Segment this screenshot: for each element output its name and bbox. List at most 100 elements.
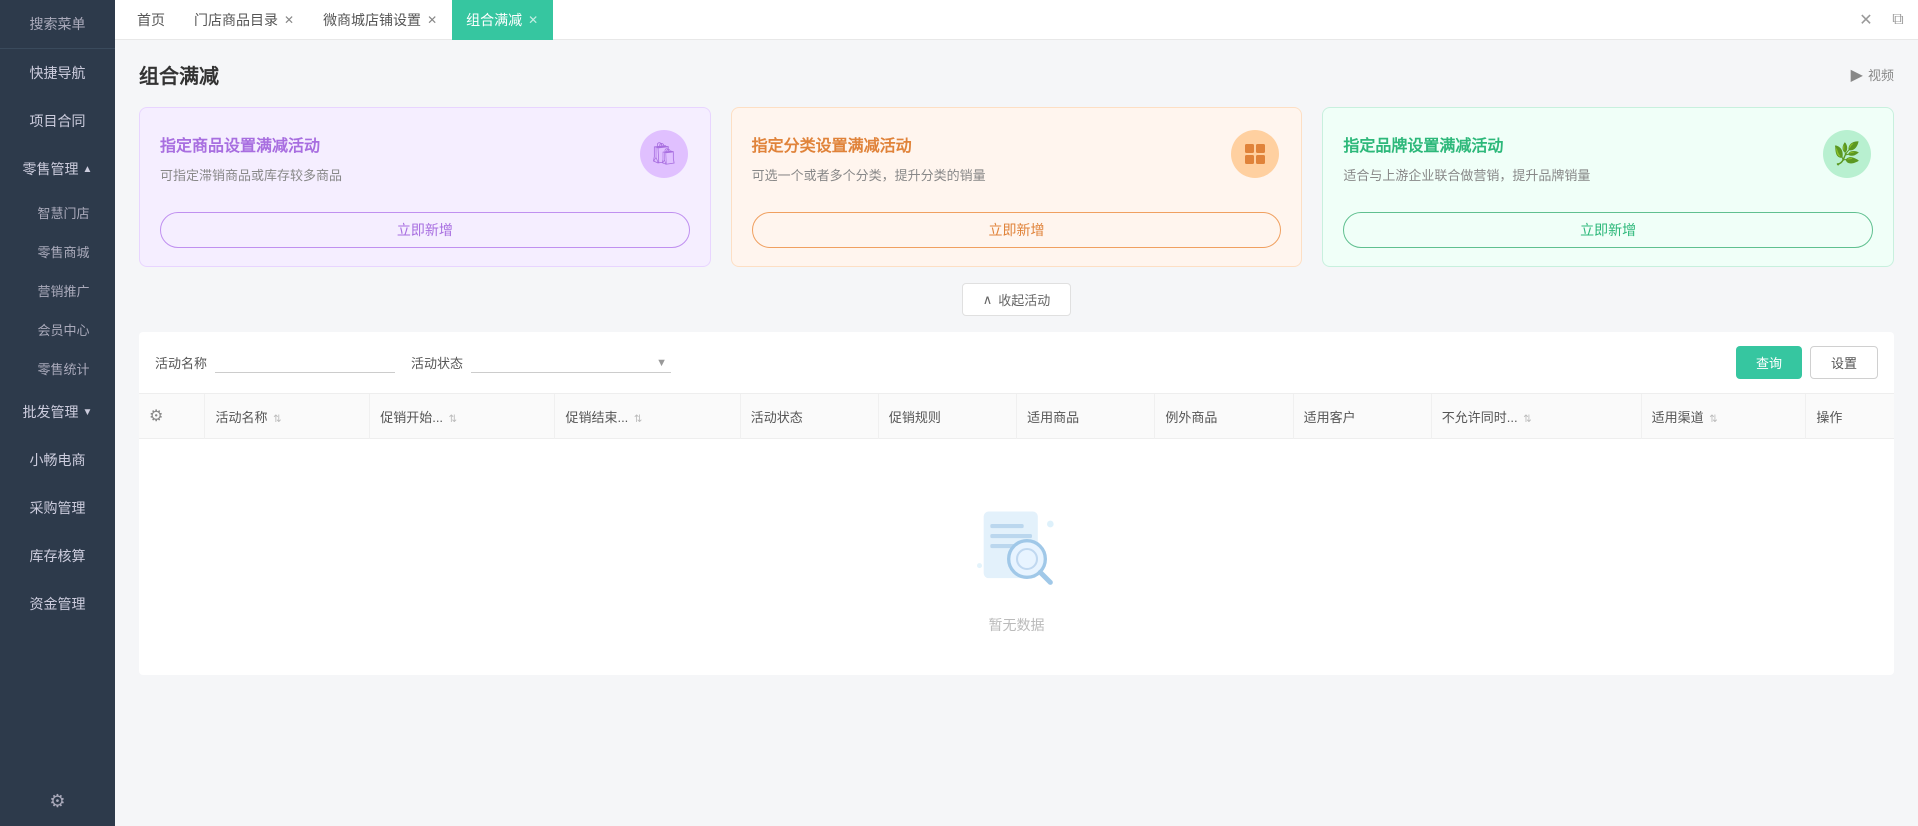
retail-mgmt-arrow-icon: ▲ — [83, 164, 93, 175]
empty-state-row: 暂无数据 — [139, 439, 1894, 676]
wholesale-arrow-icon: ▼ — [83, 407, 93, 418]
activity-card-brand: 🌿 指定品牌设置满减活动 适合与上游企业联合做营销，提升品牌销量 立即新增 — [1322, 107, 1894, 267]
tab-close-btn[interactable]: ✕ — [1854, 8, 1878, 32]
play-circle-icon: ▶ — [1851, 65, 1863, 85]
col-applicable-channel-label: 适用渠道 — [1652, 410, 1704, 425]
activity-name-input[interactable] — [215, 353, 395, 373]
col-exception-goods-label: 例外商品 — [1165, 410, 1217, 425]
col-no-concurrent-sort-icon: ⇅ — [1523, 414, 1531, 425]
col-promo-end-sort-icon: ⇅ — [634, 414, 642, 425]
table-wrapper: ⚙ 活动名称 ⇅ 促销开始... ⇅ 促销结束... ⇅ — [139, 394, 1894, 675]
product-card-desc: 可指定滞销商品或库存较多商品 — [160, 166, 690, 194]
product-card-icon: 🛍 — [640, 130, 688, 178]
video-btn[interactable]: ▶ 视频 — [1851, 65, 1894, 85]
tab-store-catalog[interactable]: 门店商品目录 ✕ — [180, 0, 309, 40]
col-no-concurrent[interactable]: 不允许同时... ⇅ — [1431, 394, 1641, 439]
activity-cards: 🛍 指定商品设置满减活动 可指定滞销商品或库存较多商品 立即新增 指定分类设置满… — [139, 107, 1894, 267]
tab-combo-discount[interactable]: 组合满减 ✕ — [452, 0, 553, 40]
col-exception-goods: 例外商品 — [1155, 394, 1293, 439]
category-card-title: 指定分类设置满减活动 — [752, 132, 1282, 156]
col-applicable-goods-label: 适用商品 — [1027, 410, 1079, 425]
col-promo-end-label: 促销结束... — [565, 410, 628, 425]
col-promo-rule: 促销规则 — [878, 394, 1016, 439]
tab-bar-controls: ✕ ⧉ — [1854, 8, 1910, 32]
filter-row: 活动名称 活动状态 进行中 已结束 未开始 ▼ 查询 设置 — [139, 332, 1894, 394]
collapse-bar: ∧ 收起活动 — [139, 283, 1894, 316]
empty-state-icon — [967, 499, 1067, 599]
brand-card-add-btn[interactable]: 立即新增 — [1343, 212, 1873, 248]
tab-bar: 首页 门店商品目录 ✕ 微商城店铺设置 ✕ 组合满减 ✕ ✕ ⧉ — [115, 0, 1918, 40]
col-activity-status-label: 活动状态 — [751, 410, 803, 425]
setting-btn[interactable]: 设置 — [1810, 346, 1878, 379]
data-table: ⚙ 活动名称 ⇅ 促销开始... ⇅ 促销结束... ⇅ — [139, 394, 1894, 675]
table-header-row: ⚙ 活动名称 ⇅ 促销开始... ⇅ 促销结束... ⇅ — [139, 394, 1894, 439]
tab-ministore-settings-close[interactable]: ✕ — [427, 13, 437, 27]
sidebar-search[interactable]: 搜索菜单 — [0, 0, 115, 49]
empty-state: 暂无数据 — [139, 439, 1894, 675]
sidebar-item-xiaochangec[interactable]: 小畅电商 — [0, 436, 115, 484]
category-card-add-btn[interactable]: 立即新增 — [752, 212, 1282, 248]
activity-status-select[interactable]: 进行中 已结束 未开始 — [471, 353, 671, 373]
sidebar-settings-btn[interactable]: ⚙ — [0, 777, 115, 826]
col-applicable-channel-sort-icon: ⇅ — [1709, 414, 1717, 425]
query-btn[interactable]: 查询 — [1736, 346, 1802, 379]
sidebar-item-purchase-mgmt[interactable]: 采购管理 — [0, 484, 115, 532]
col-activity-status: 活动状态 — [740, 394, 878, 439]
sidebar-item-project-contract[interactable]: 项目合同 — [0, 97, 115, 145]
col-applicable-customer: 适用客户 — [1293, 394, 1431, 439]
col-promo-start-sort-icon: ⇅ — [449, 414, 457, 425]
activity-card-product: 🛍 指定商品设置满减活动 可指定滞销商品或库存较多商品 立即新增 — [139, 107, 711, 267]
collapse-arrow-icon: ∧ — [983, 292, 993, 308]
col-promo-end[interactable]: 促销结束... ⇅ — [555, 394, 740, 439]
sidebar-item-smart-store[interactable]: 智慧门店 — [0, 193, 115, 232]
col-operation: 操作 — [1806, 394, 1894, 439]
col-activity-name[interactable]: 活动名称 ⇅ — [205, 394, 370, 439]
sidebar-item-retail-mall[interactable]: 零售商城 — [0, 232, 115, 271]
empty-state-text: 暂无数据 — [989, 615, 1045, 635]
sidebar: 搜索菜单 快捷导航 项目合同 零售管理 ▲ 智慧门店 零售商城 营销推广 会员中… — [0, 0, 115, 826]
tab-combo-discount-close[interactable]: ✕ — [528, 13, 538, 27]
empty-state-cell: 暂无数据 — [139, 439, 1894, 676]
sidebar-item-wholesale-mgmt[interactable]: 批发管理 ▼ — [0, 388, 115, 436]
category-card-icon — [1231, 130, 1279, 178]
category-card-desc: 可选一个或者多个分类，提升分类的销量 — [752, 166, 1282, 194]
col-activity-name-label: 活动名称 — [215, 410, 267, 425]
tab-store-catalog-close[interactable]: ✕ — [284, 13, 294, 27]
tab-home[interactable]: 首页 — [123, 0, 180, 40]
column-settings-gear-icon[interactable]: ⚙ — [149, 408, 163, 425]
sidebar-item-marketing[interactable]: 营销推广 — [0, 271, 115, 310]
col-promo-start[interactable]: 促销开始... ⇅ — [370, 394, 555, 439]
activity-card-category: 指定分类设置满减活动 可选一个或者多个分类，提升分类的销量 立即新增 — [731, 107, 1303, 267]
col-settings[interactable]: ⚙ — [139, 394, 205, 439]
activity-status-label: 活动状态 — [411, 353, 463, 372]
activity-name-label: 活动名称 — [155, 353, 207, 372]
product-card-title: 指定商品设置满减活动 — [160, 132, 690, 156]
col-applicable-goods: 适用商品 — [1017, 394, 1155, 439]
filter-activity-name: 活动名称 — [155, 353, 395, 373]
filter-activity-status: 活动状态 进行中 已结束 未开始 ▼ — [411, 353, 671, 373]
tab-restore-btn[interactable]: ⧉ — [1886, 8, 1910, 32]
sidebar-item-quick-nav[interactable]: 快捷导航 — [0, 49, 115, 97]
col-applicable-customer-label: 适用客户 — [1304, 410, 1356, 425]
collapse-btn[interactable]: ∧ 收起活动 — [962, 283, 1072, 316]
table-body: 暂无数据 — [139, 439, 1894, 676]
activity-status-select-wrapper: 进行中 已结束 未开始 ▼ — [471, 353, 671, 373]
col-applicable-channel[interactable]: 适用渠道 ⇅ — [1641, 394, 1806, 439]
sidebar-item-retail-stats[interactable]: 零售统计 — [0, 349, 115, 388]
col-promo-start-label: 促销开始... — [380, 410, 443, 425]
main-area: 首页 门店商品目录 ✕ 微商城店铺设置 ✕ 组合满减 ✕ ✕ ⧉ 组合满减 ▶ … — [115, 0, 1918, 826]
content-area: 组合满减 ▶ 视频 🛍 指定商品设置满减活动 可指定滞销商品或库存较多商品 立即… — [115, 40, 1918, 826]
table-header: ⚙ 活动名称 ⇅ 促销开始... ⇅ 促销结束... ⇅ — [139, 394, 1894, 439]
sidebar-item-member-center[interactable]: 会员中心 — [0, 310, 115, 349]
sidebar-item-fund-mgmt[interactable]: 资金管理 — [0, 580, 115, 628]
brand-card-icon: 🌿 — [1823, 130, 1871, 178]
filter-actions: 查询 设置 — [1736, 346, 1878, 379]
col-activity-name-sort-icon: ⇅ — [273, 414, 281, 425]
col-promo-rule-label: 促销规则 — [889, 410, 941, 425]
product-card-add-btn[interactable]: 立即新增 — [160, 212, 690, 248]
page-title-row: 组合满减 ▶ 视频 — [139, 60, 1894, 89]
sidebar-item-retail-mgmt[interactable]: 零售管理 ▲ — [0, 145, 115, 193]
col-no-concurrent-label: 不允许同时... — [1442, 410, 1518, 425]
sidebar-item-inventory[interactable]: 库存核算 — [0, 532, 115, 580]
tab-ministore-settings[interactable]: 微商城店铺设置 ✕ — [309, 0, 452, 40]
